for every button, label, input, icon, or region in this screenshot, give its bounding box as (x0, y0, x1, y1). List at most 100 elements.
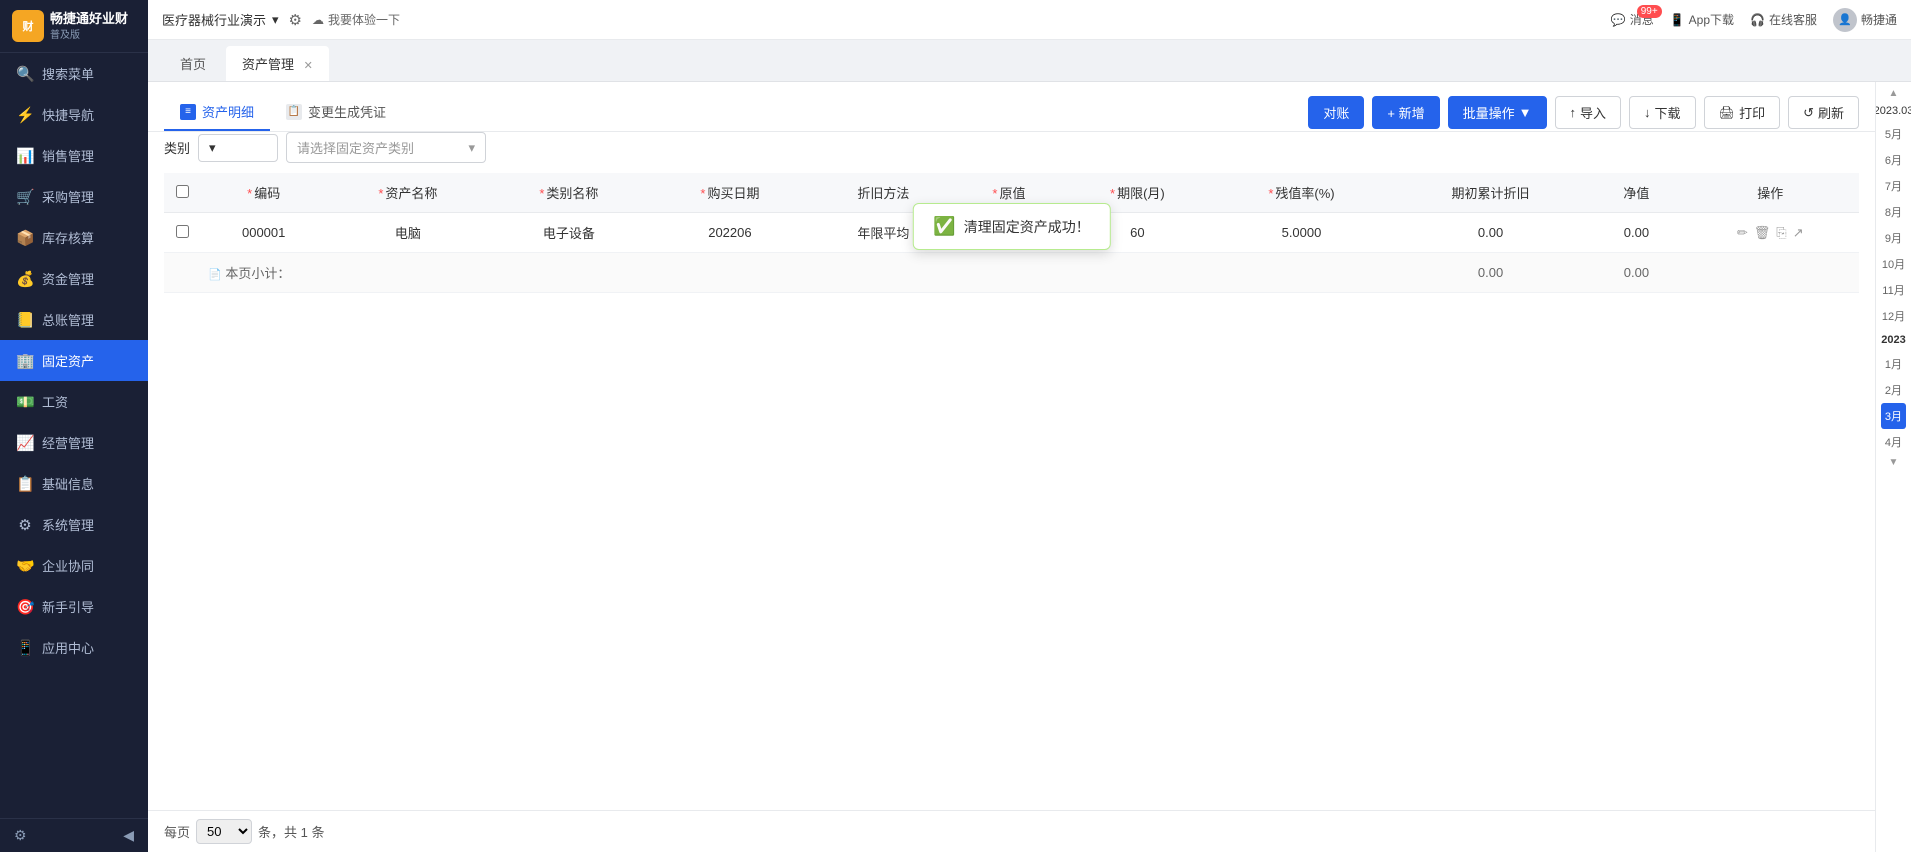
filter-row: 类别 ▾ 请选择固定资产类别 ▾ (148, 132, 1875, 173)
cal-year-label[interactable]: 2023 (1881, 329, 1905, 351)
collapse-icon[interactable]: ◀ (123, 827, 134, 844)
user-profile-btn[interactable]: 👤 畅捷通 (1833, 8, 1897, 32)
cal-month-8[interactable]: 8月 (1881, 199, 1905, 225)
print-button[interactable]: 🖨 打印 (1704, 96, 1781, 129)
notifications-btn[interactable]: 💬 消息 99+ (1611, 11, 1654, 28)
sidebar-item-sales[interactable]: 📊 销售管理 (0, 135, 148, 176)
inner-tab-asset-detail[interactable]: ≡ 资产明细 (164, 94, 270, 131)
cal-down-arrow[interactable]: ▼ (1889, 455, 1899, 470)
settings-bottom-icon[interactable]: ⚙ (14, 827, 27, 844)
cal-month-6[interactable]: 6月 (1881, 147, 1905, 173)
sidebar-item-label: 工资 (42, 392, 68, 411)
sidebar-item-operations[interactable]: 📈 经营管理 (0, 422, 148, 463)
download-label: 下载 (1655, 103, 1681, 122)
col-category: *类别名称 (488, 173, 649, 213)
sidebar-item-search[interactable]: 🔍 搜索菜单 (0, 53, 148, 94)
table-wrapper: *编码 *资产名称 *类别名称 *购买日期 折旧方法 *原值 *期限(月) *残… (148, 173, 1875, 810)
cal-month-current[interactable]: 3月 (1881, 403, 1905, 429)
subtotal-icon: 📄 (208, 269, 222, 281)
tab-home[interactable]: 首页 (164, 46, 222, 81)
export-button[interactable]: ↑ 导入 (1555, 96, 1622, 129)
sidebar-item-system[interactable]: ⚙ 系统管理 (0, 504, 148, 545)
sidebar-item-quick-nav[interactable]: ⚡ 快捷导航 (0, 94, 148, 135)
batch-button[interactable]: 批量操作 ▼ (1448, 96, 1547, 129)
subtotal-initial-accumulated: 0.00 (1390, 253, 1592, 293)
sidebar-item-ledger[interactable]: 📒 总账管理 (0, 299, 148, 340)
select-all-header (164, 173, 200, 213)
cal-months-list: 5月 6月 7月 8月 9月 10月 11月 12月 2023 1月 2月 3月… (1881, 121, 1905, 455)
category-select-arrow: ▾ (209, 140, 216, 156)
category-filter-input[interactable]: 请选择固定资产类别 ▾ (286, 132, 486, 163)
system-icon: ⚙ (16, 516, 34, 534)
sidebar-item-label: 应用中心 (42, 638, 94, 657)
notifications-count: 99+ (1637, 5, 1662, 18)
reconcile-button[interactable]: 对账 (1308, 96, 1364, 129)
notifications-icon: 💬 (1611, 13, 1626, 27)
subtotal-actions (1681, 253, 1859, 293)
cal-up-arrow[interactable]: ▲ (1889, 86, 1899, 101)
sidebar-item-finance[interactable]: 💰 资金管理 (0, 258, 148, 299)
app-download-label: App下载 (1689, 11, 1734, 28)
row-actions-cell: ✏ 🗑 ⎘ ↗ (1681, 213, 1859, 253)
cal-month-7[interactable]: 7月 (1881, 173, 1905, 199)
tab-close-icon[interactable]: ✕ (304, 60, 313, 72)
edit-icon[interactable]: ✏ (1737, 225, 1748, 241)
sidebar-item-label: 总账管理 (42, 310, 94, 329)
sidebar-item-inventory[interactable]: 📦 库存核算 (0, 217, 148, 258)
sidebar-item-payroll[interactable]: 💵 工资 (0, 381, 148, 422)
row-name: 电脑 (327, 213, 488, 253)
per-page-select[interactable]: 50 100 (196, 819, 252, 844)
inner-tab-asset-detail-label: 资产明细 (202, 102, 254, 121)
cal-month-4[interactable]: 4月 (1881, 429, 1905, 455)
page-content: ≡ 资产明细 📋 变更生成凭证 对账 + 新增 批量操作 ▼ ↑ (148, 82, 1875, 852)
select-all-checkbox[interactable] (176, 185, 189, 198)
download-button[interactable]: ↓ 下载 (1629, 96, 1696, 129)
row-checkbox[interactable] (176, 225, 189, 238)
app-download-btn[interactable]: 📱 App下载 (1670, 11, 1734, 28)
online-support-btn[interactable]: 🎧 在线客服 (1750, 11, 1817, 28)
row-residual-rate: 5.0000 (1213, 213, 1389, 253)
per-page-label: 每页 (164, 822, 190, 841)
more-icon[interactable]: ↗ (1793, 225, 1804, 241)
delete-icon[interactable]: 🗑 (1754, 225, 1771, 241)
col-actions: 操作 (1681, 173, 1859, 213)
cal-month-12[interactable]: 12月 (1881, 303, 1905, 329)
cal-month-1[interactable]: 1月 (1881, 351, 1905, 377)
inner-tab-voucher[interactable]: 📋 变更生成凭证 (270, 94, 402, 131)
subtotal-net-value: 0.00 (1591, 253, 1681, 293)
experience-btn[interactable]: ☁ 我要体验一下 (312, 11, 400, 28)
online-support-label: 在线客服 (1769, 11, 1817, 28)
cal-month-9[interactable]: 9月 (1881, 225, 1905, 251)
category-filter-select[interactable]: ▾ (198, 134, 278, 162)
main-area: 医疗器械行业演示 ▾ ⚙ ☁ 我要体验一下 💬 消息 99+ 📱 App下载 🎧… (148, 0, 1911, 852)
sidebar-item-label: 企业协同 (42, 556, 94, 575)
sidebar-item-purchase[interactable]: 🛒 采购管理 (0, 176, 148, 217)
inventory-icon: 📦 (16, 229, 34, 247)
logo-text: 畅捷通好业财 (50, 11, 128, 27)
sidebar-item-fixed-assets[interactable]: 🏢 固定资产 (0, 340, 148, 381)
sidebar-item-enterprise[interactable]: 🤝 企业协同 (0, 545, 148, 586)
experience-label: 我要体验一下 (328, 11, 400, 28)
row-actions: ✏ 🗑 ⎘ ↗ (1689, 225, 1851, 241)
refresh-icon: ↺ (1803, 105, 1814, 121)
topbar-settings-icon[interactable]: ⚙ (289, 11, 302, 29)
sidebar-item-apps[interactable]: 📱 应用中心 (0, 627, 148, 668)
sidebar-item-guide[interactable]: 🎯 新手引导 (0, 586, 148, 627)
download-icon: ↓ (1644, 105, 1651, 120)
row-category: 电子设备 (488, 213, 649, 253)
category-filter-label: 类别 (164, 138, 190, 157)
sidebar-item-basic-info[interactable]: 📋 基础信息 (0, 463, 148, 504)
sidebar-item-label: 资金管理 (42, 269, 94, 288)
sidebar-nav: 🔍 搜索菜单 ⚡ 快捷导航 📊 销售管理 🛒 采购管理 📦 库存核算 💰 资金管… (0, 53, 148, 818)
cal-month-11[interactable]: 11月 (1881, 277, 1905, 303)
refresh-button[interactable]: ↺ 刷新 (1788, 96, 1859, 129)
new-button[interactable]: + 新增 (1372, 96, 1439, 129)
payroll-icon: 💵 (16, 393, 34, 411)
cal-month-10[interactable]: 10月 (1881, 251, 1905, 277)
cal-month-5[interactable]: 5月 (1881, 121, 1905, 147)
company-selector[interactable]: 医疗器械行业演示 ▾ (162, 10, 279, 29)
copy-icon[interactable]: ⎘ (1776, 225, 1786, 241)
category-input-arrow: ▾ (468, 140, 475, 156)
tab-asset-management[interactable]: 资产管理 ✕ (226, 46, 329, 81)
cal-month-2[interactable]: 2月 (1881, 377, 1905, 403)
